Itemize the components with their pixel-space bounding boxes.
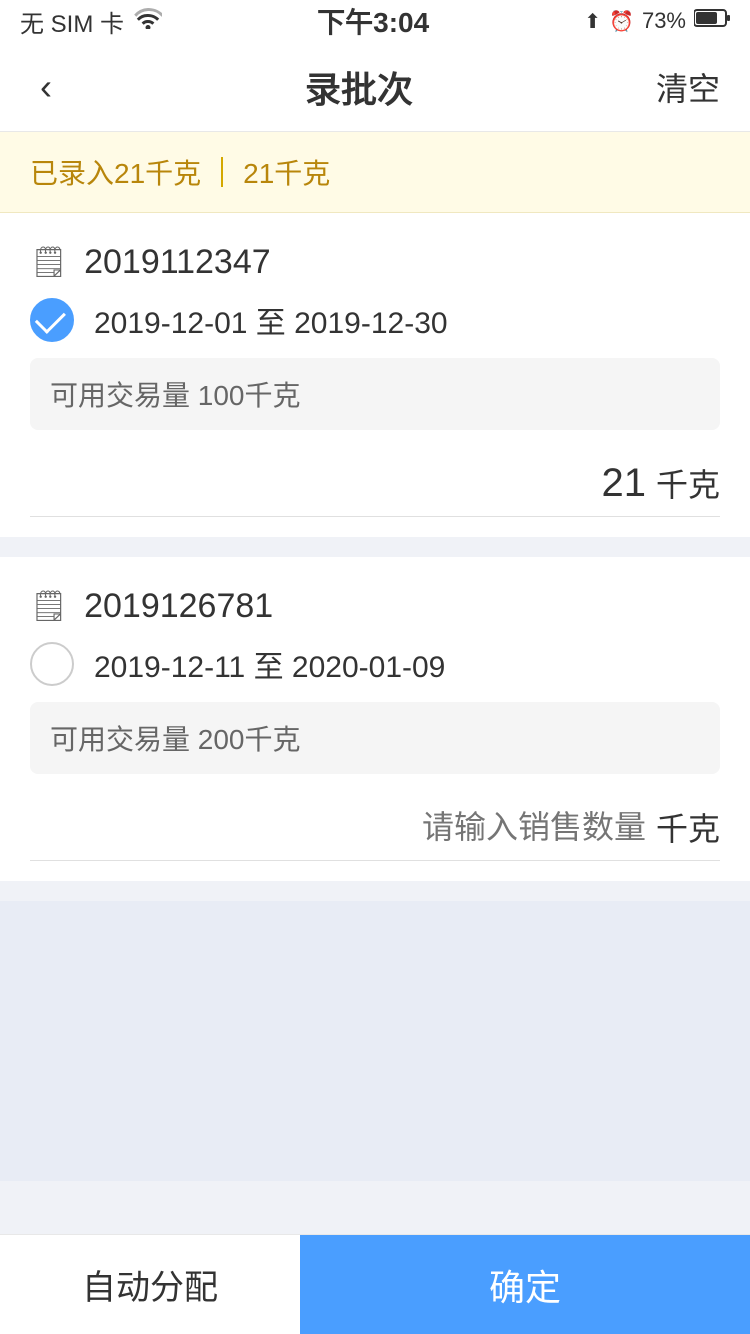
batch-card-1: 🗒 2019112347 2019-12-01 至 2019-12-30 可用交… bbox=[0, 213, 750, 537]
batch-2-available: 可用交易量 200千克 bbox=[30, 702, 720, 774]
wifi-icon bbox=[134, 7, 162, 36]
batch-1-id: 2019112347 bbox=[84, 243, 271, 282]
location-icon: ⬆ bbox=[584, 9, 601, 34]
nav-bar: ‹ 录批次 清空 bbox=[0, 42, 750, 132]
batch-2-date-range: 2019-12-11 至 2020-01-09 bbox=[94, 642, 445, 686]
batch-1-qty-row: 21 千克 bbox=[30, 450, 720, 517]
banner-divider bbox=[221, 157, 223, 187]
empty-area bbox=[0, 901, 750, 1181]
back-button[interactable]: ‹ bbox=[30, 56, 62, 118]
doc-icon-1: 🗒 bbox=[30, 245, 68, 280]
confirm-button[interactable]: 确定 bbox=[300, 1235, 750, 1334]
page-title: 录批次 bbox=[305, 61, 413, 113]
batch-1-date-range: 2019-12-01 至 2019-12-30 bbox=[94, 298, 448, 342]
batch-1-header: 🗒 2019112347 bbox=[30, 243, 720, 282]
batch-1-row[interactable]: 2019-12-01 至 2019-12-30 bbox=[30, 298, 720, 342]
separator-2 bbox=[0, 881, 750, 901]
battery-text: 73% bbox=[642, 8, 686, 34]
batch-2-row[interactable]: 2019-12-11 至 2020-01-09 bbox=[30, 642, 720, 686]
batch-1-qty-unit: 千克 bbox=[656, 460, 720, 506]
recorded-qty-label: 已录入21千克 bbox=[30, 152, 201, 192]
separator-1 bbox=[0, 537, 750, 557]
recorded-qty-value: 21千克 bbox=[243, 152, 330, 192]
status-right: ⬆ ⏰ 73% bbox=[584, 8, 730, 34]
doc-icon-2: 🗒 bbox=[30, 589, 68, 624]
battery-icon bbox=[694, 8, 730, 34]
clear-button[interactable]: 清空 bbox=[656, 64, 720, 110]
info-banner: 已录入21千克 21千克 bbox=[0, 132, 750, 213]
batch-2-id: 2019126781 bbox=[84, 587, 273, 626]
batch-2-qty-input[interactable] bbox=[226, 809, 646, 846]
alarm-icon: ⏰ bbox=[609, 9, 634, 34]
batch-1-radio[interactable] bbox=[30, 298, 74, 342]
status-bar: 无 SIM 卡 下午3:04 ⬆ ⏰ 73% bbox=[0, 0, 750, 42]
batch-card-2: 🗒 2019126781 2019-12-11 至 2020-01-09 可用交… bbox=[0, 557, 750, 881]
status-left: 无 SIM 卡 bbox=[20, 4, 162, 39]
auto-distribute-button[interactable]: 自动分配 bbox=[0, 1235, 300, 1334]
batch-2-qty-unit: 千克 bbox=[656, 804, 720, 850]
no-sim-text: 无 SIM 卡 bbox=[20, 4, 124, 39]
bottom-bar: 自动分配 确定 bbox=[0, 1234, 750, 1334]
batch-2-qty-row[interactable]: 千克 bbox=[30, 794, 720, 861]
batch-2-radio[interactable] bbox=[30, 642, 74, 686]
batch-2-header: 🗒 2019126781 bbox=[30, 587, 720, 626]
batch-1-qty-value: 21 bbox=[601, 461, 646, 506]
batch-1-available: 可用交易量 100千克 bbox=[30, 358, 720, 430]
status-time: 下午3:04 bbox=[317, 1, 429, 41]
